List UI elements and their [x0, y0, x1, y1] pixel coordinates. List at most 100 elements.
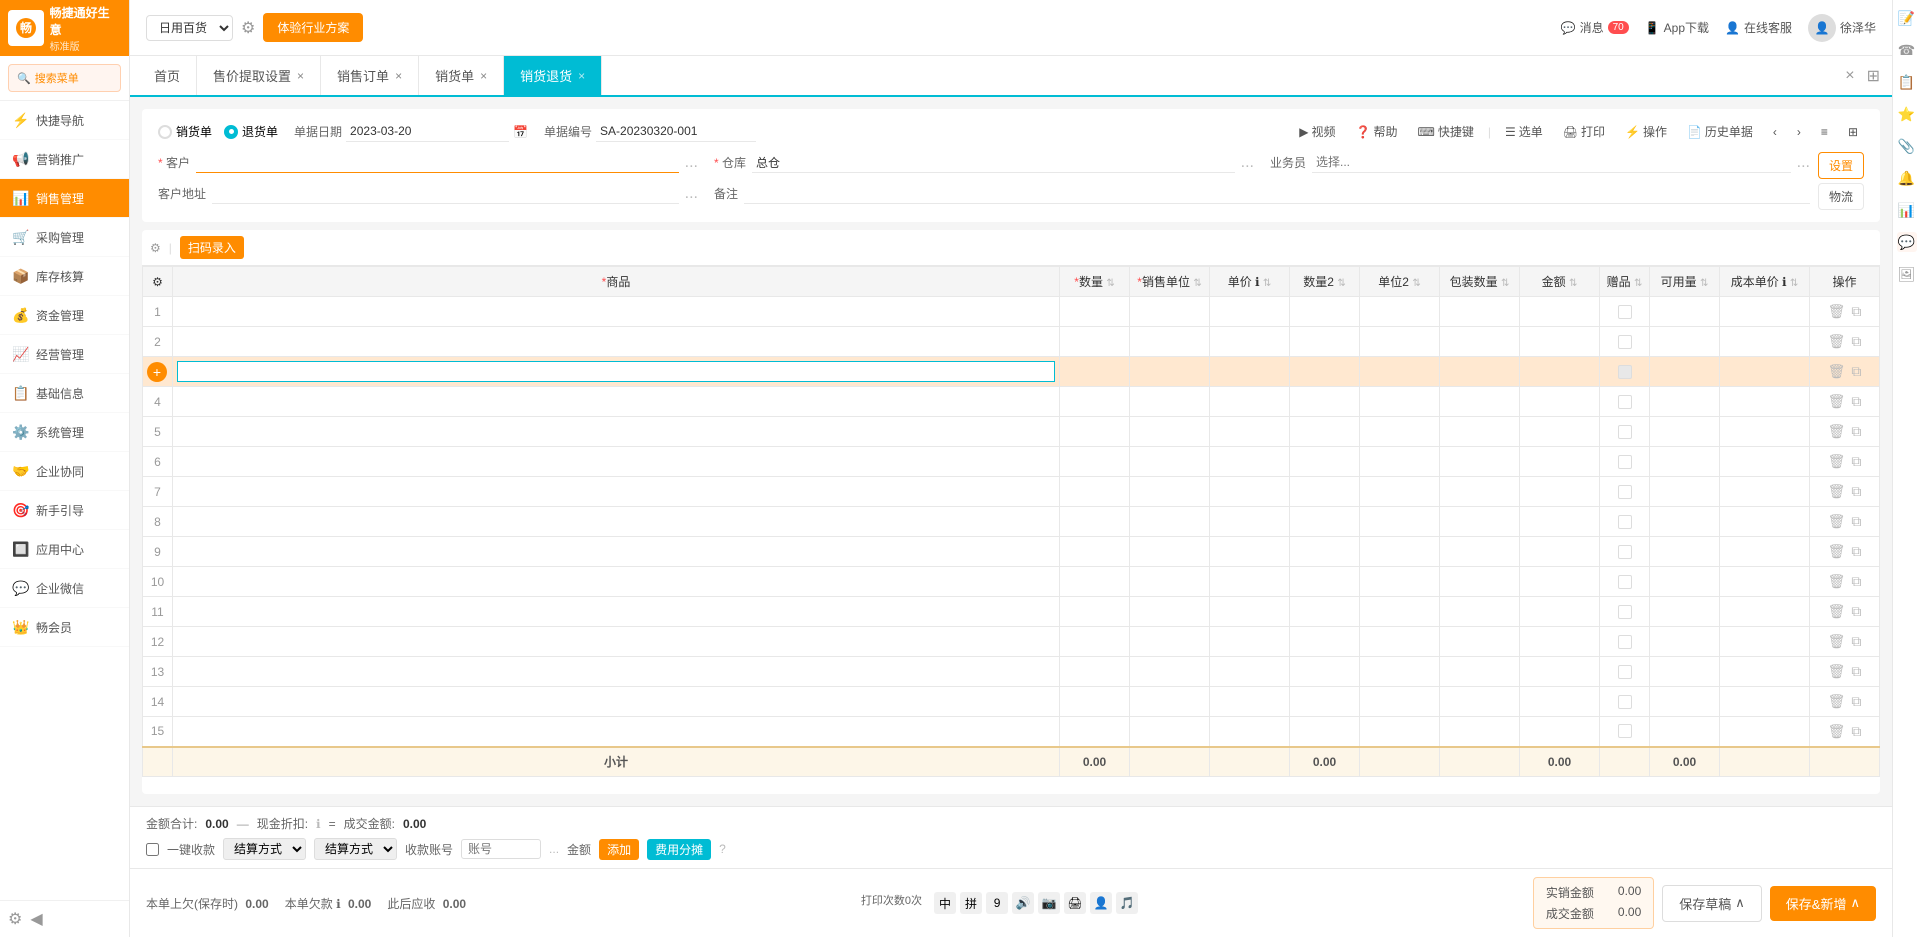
pkg-cell[interactable]	[1440, 567, 1520, 597]
qty2-cell[interactable]	[1290, 627, 1360, 657]
qty-cell[interactable]	[1060, 447, 1130, 477]
qty2-cell[interactable]	[1290, 657, 1360, 687]
pkg-cell[interactable]	[1440, 417, 1520, 447]
cost-cell[interactable]	[1720, 447, 1810, 477]
pkg-cell[interactable]	[1440, 387, 1520, 417]
avail-cell[interactable]	[1650, 537, 1720, 567]
unit2-cell[interactable]	[1360, 507, 1440, 537]
qty2-cell[interactable]	[1290, 447, 1360, 477]
amount-cell[interactable]	[1520, 477, 1600, 507]
pkg-cell[interactable]	[1440, 627, 1520, 657]
rp-icon-1[interactable]: 📝	[1897, 8, 1917, 28]
rp-icon-2[interactable]: ☎	[1897, 40, 1917, 60]
qty2-cell[interactable]	[1290, 477, 1360, 507]
sidebar-item-newbie[interactable]: 🎯 新手引导	[0, 491, 129, 530]
pkg-cell[interactable]	[1440, 507, 1520, 537]
qty2-cell[interactable]	[1290, 507, 1360, 537]
product-cell[interactable]	[173, 537, 1060, 567]
price-cell[interactable]	[1210, 627, 1290, 657]
copy-row-icon[interactable]: ⧉	[1851, 453, 1861, 470]
amount-cell[interactable]	[1520, 327, 1600, 357]
qty2-cell[interactable]	[1290, 717, 1360, 747]
gift-checkbox[interactable]	[1618, 365, 1632, 379]
price-cell[interactable]	[1210, 357, 1290, 387]
next-record-btn[interactable]: ›	[1791, 123, 1807, 141]
sidebar-item-shortcut[interactable]: ⚡ 快捷导航	[0, 101, 129, 140]
gift-cell[interactable]	[1600, 687, 1650, 717]
salesperson-input[interactable]	[1312, 152, 1791, 173]
calendar-icon[interactable]: 📅	[513, 125, 528, 139]
gift-cell[interactable]	[1600, 387, 1650, 417]
unit-cell[interactable]	[1130, 387, 1210, 417]
pkg-cell[interactable]	[1440, 537, 1520, 567]
gift-checkbox[interactable]	[1618, 575, 1632, 589]
calc-method-select[interactable]: 结算方式	[314, 838, 397, 860]
unit-cell[interactable]	[1130, 537, 1210, 567]
maximize-button[interactable]: ⊞	[1863, 64, 1884, 88]
amount-cell[interactable]	[1520, 627, 1600, 657]
gift-cell[interactable]	[1600, 537, 1650, 567]
cost-cell[interactable]	[1720, 657, 1810, 687]
save-new-button[interactable]: 保存&新增 ∧	[1770, 886, 1876, 921]
gift-cell[interactable]	[1600, 717, 1650, 747]
product-cell[interactable]	[173, 447, 1060, 477]
product-input[interactable]	[177, 361, 1055, 382]
product-cell[interactable]	[173, 687, 1060, 717]
unit2-cell[interactable]	[1360, 387, 1440, 417]
rp-icon-8[interactable]: 💬	[1897, 232, 1917, 252]
qty2-cell[interactable]	[1290, 597, 1360, 627]
delete-row-icon[interactable]: 🗑	[1828, 453, 1846, 470]
unit-cell[interactable]	[1130, 567, 1210, 597]
settings-side-btn[interactable]: 设置	[1818, 152, 1864, 179]
tab-close-sales[interactable]: ×	[480, 69, 487, 83]
product-cell[interactable]	[173, 327, 1060, 357]
delete-row-icon[interactable]: 🗑	[1828, 363, 1846, 380]
list-view-btn[interactable]: ≡	[1815, 123, 1834, 141]
sidebar-item-marketing[interactable]: 📢 营销推广	[0, 140, 129, 179]
tab-returns[interactable]: 销货退货 ×	[504, 56, 602, 95]
gift-cell[interactable]	[1600, 627, 1650, 657]
gift-checkbox[interactable]	[1618, 605, 1632, 619]
gift-checkbox[interactable]	[1618, 695, 1632, 709]
gift-cell[interactable]	[1600, 357, 1650, 387]
delete-row-icon[interactable]: 🗑	[1828, 663, 1846, 680]
price-cell[interactable]	[1210, 597, 1290, 627]
delete-row-icon[interactable]: 🗑	[1828, 423, 1846, 440]
unit-cell[interactable]	[1130, 477, 1210, 507]
gift-checkbox[interactable]	[1618, 305, 1632, 319]
qty-cell[interactable]	[1060, 567, 1130, 597]
tool-icon-3[interactable]: 9	[986, 892, 1008, 914]
cost-cell[interactable]	[1720, 477, 1810, 507]
product-cell[interactable]	[173, 297, 1060, 327]
amount-cell[interactable]	[1520, 297, 1600, 327]
price-cell[interactable]	[1210, 507, 1290, 537]
pkg-cell[interactable]	[1440, 447, 1520, 477]
one-click-checkbox[interactable]	[146, 843, 159, 856]
copy-row-icon[interactable]: ⧉	[1851, 333, 1861, 350]
price-cell[interactable]	[1210, 657, 1290, 687]
qty2-cell[interactable]	[1290, 567, 1360, 597]
product-cell[interactable]	[173, 417, 1060, 447]
unit2-cell[interactable]	[1360, 717, 1440, 747]
unit2-cell[interactable]	[1360, 597, 1440, 627]
unit-cell[interactable]	[1130, 657, 1210, 687]
gift-checkbox[interactable]	[1618, 425, 1632, 439]
history-btn[interactable]: 📄 历史单据	[1681, 121, 1759, 142]
product-cell[interactable]	[173, 627, 1060, 657]
price-cell[interactable]	[1210, 297, 1290, 327]
pkg-cell[interactable]	[1440, 357, 1520, 387]
trial-button[interactable]: 体验行业方案	[263, 13, 363, 42]
address-input[interactable]	[212, 183, 679, 204]
pkg-cell[interactable]	[1440, 477, 1520, 507]
pkg-cell[interactable]	[1440, 327, 1520, 357]
sidebar-item-inventory[interactable]: 📦 库存核算	[0, 257, 129, 296]
avail-cell[interactable]	[1650, 357, 1720, 387]
gift-checkbox[interactable]	[1618, 455, 1632, 469]
copy-row-icon[interactable]: ⧉	[1851, 393, 1861, 410]
account-dots[interactable]: ...	[549, 842, 559, 856]
cost-cell[interactable]	[1720, 537, 1810, 567]
amount-cell[interactable]	[1520, 657, 1600, 687]
rp-icon-4[interactable]: ⭐	[1897, 104, 1917, 124]
avail-cell[interactable]	[1650, 417, 1720, 447]
qty-cell[interactable]	[1060, 687, 1130, 717]
